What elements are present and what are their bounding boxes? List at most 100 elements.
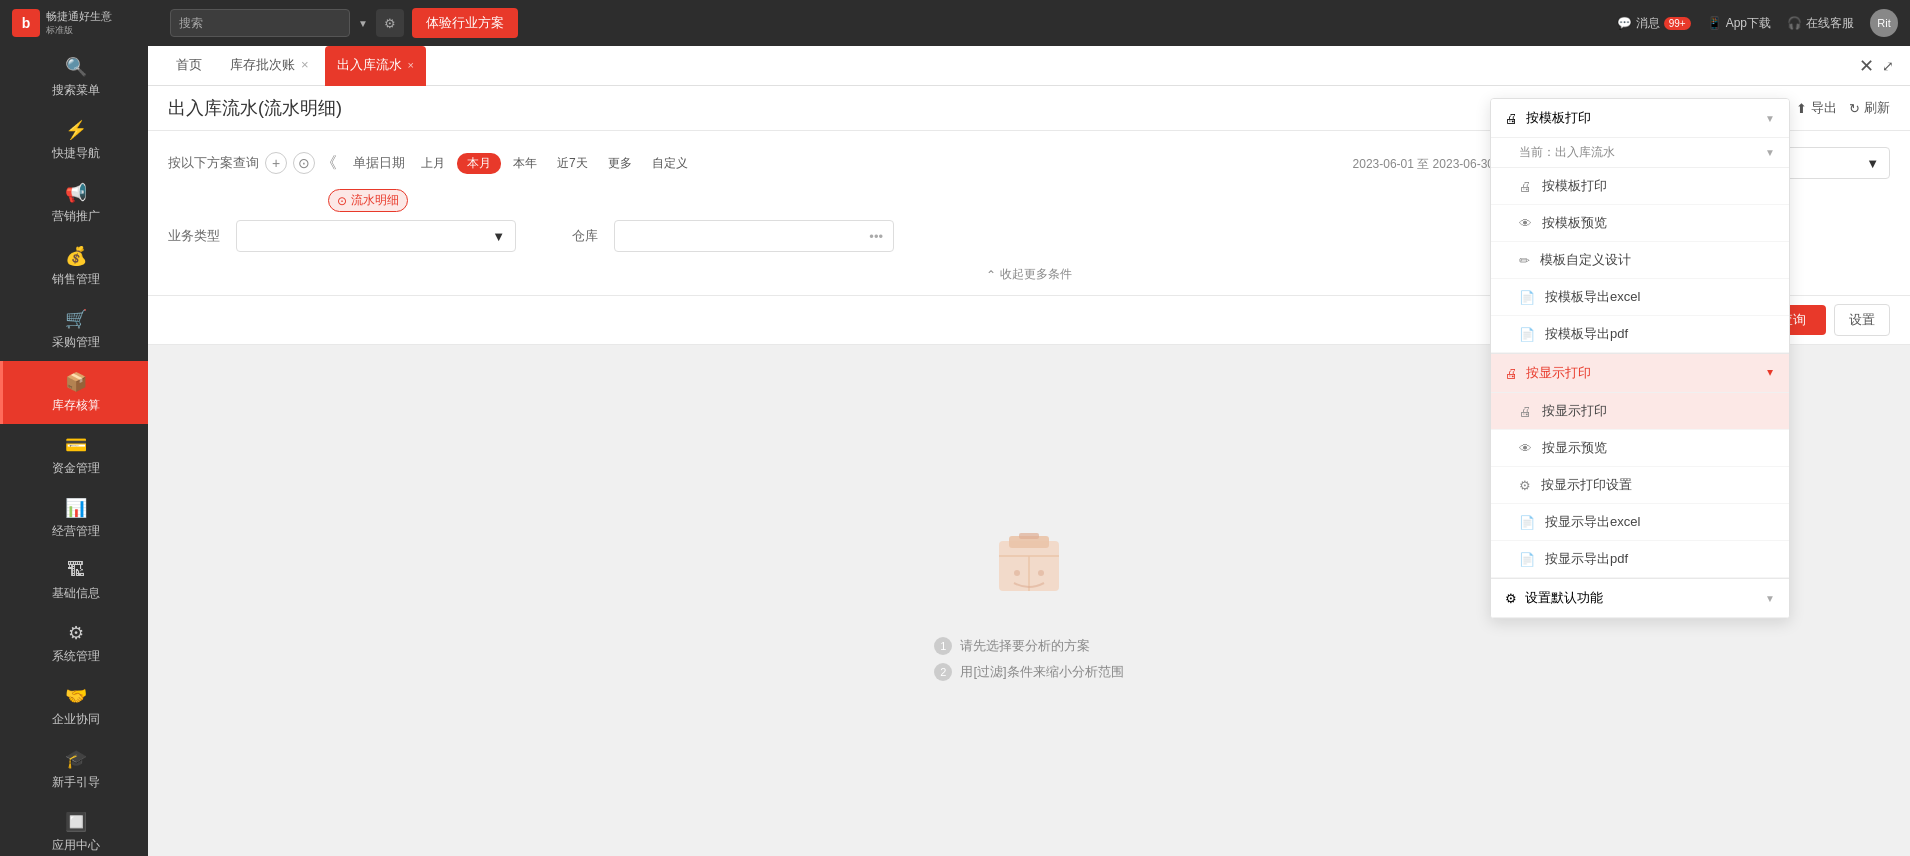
sidebar-item-apps[interactable]: 🔲 应用中心 (0, 801, 148, 856)
sidebar-label-operations: 经营管理 (52, 523, 100, 540)
display-print-section-icon: 🖨 (1505, 366, 1518, 381)
current-template-label: 当前：出入库流水 ▼ (1491, 138, 1789, 168)
sidebar-item-enterprise[interactable]: 🤝 企业协同 (0, 675, 148, 738)
date-tab-last-month[interactable]: 上月 (413, 153, 453, 174)
sidebar-item-guide[interactable]: 🎓 新手引导 (0, 738, 148, 801)
date-tab-7days[interactable]: 近7天 (549, 153, 596, 174)
display-pdf-item[interactable]: 📄 按显示导出pdf (1491, 541, 1789, 578)
app-badge: 标准版 (46, 24, 112, 37)
template-print-section-label: 按模板打印 (1526, 109, 1591, 127)
by-filter-label: 按以下方案查询 (168, 154, 259, 172)
display-print-arrow: ▲ (1765, 368, 1775, 379)
step-num-1: 1 (934, 637, 952, 655)
template-excel-item[interactable]: 📄 按模板导出excel (1491, 279, 1789, 316)
filter-settings-icon[interactable]: ⊙ (293, 152, 315, 174)
tab-flow[interactable]: 出入库流水 × (325, 46, 426, 86)
settings-outline-btn[interactable]: 设置 (1834, 304, 1890, 336)
biz-type-arrow: ▼ (492, 229, 505, 244)
date-tab-this-month[interactable]: 本月 (457, 153, 501, 174)
tab-batch[interactable]: 库存批次账 × (218, 46, 321, 86)
display-excel-label: 按显示导出excel (1545, 513, 1640, 531)
template-custom-item[interactable]: ✏ 模板自定义设计 (1491, 242, 1789, 279)
refresh-icon: ↻ (1849, 101, 1860, 116)
display-preview-label: 按显示预览 (1542, 439, 1607, 457)
svg-point-5 (1014, 570, 1020, 576)
sidebar-item-purchase[interactable]: 🛒 采购管理 (0, 298, 148, 361)
sidebar-item-base[interactable]: 🏗 基础信息 (0, 550, 148, 612)
sidebar-label-marketing: 营销推广 (52, 208, 100, 225)
refresh-btn[interactable]: ↻ 刷新 (1849, 99, 1890, 117)
date-tab-more[interactable]: 更多 (600, 153, 640, 174)
display-settings-item[interactable]: ⚙ 按显示打印设置 (1491, 467, 1789, 504)
headset-icon: 🎧 (1787, 16, 1802, 30)
display-excel-icon: 📄 (1519, 515, 1535, 530)
sidebar-item-system[interactable]: ⚙ 系统管理 (0, 612, 148, 675)
filter-collapse-icon[interactable]: 《 (321, 153, 337, 174)
sidebar-item-search[interactable]: 🔍 搜索菜单 (0, 46, 148, 109)
empty-step-1: 1 请先选择要分析的方案 (934, 637, 1123, 655)
gear-button[interactable]: ⚙ (376, 9, 404, 37)
display-print-section-header[interactable]: 🖨 按显示打印 ▲ (1491, 354, 1789, 393)
template-print-item[interactable]: 🖨 按模板打印 (1491, 168, 1789, 205)
online-support-label: 在线客服 (1806, 15, 1854, 32)
receipt-type-arrow: ▼ (1866, 156, 1879, 171)
default-func-section-header[interactable]: ⚙ 设置默认功能 ▼ (1491, 579, 1789, 618)
sidebar-item-finance[interactable]: 💳 资金管理 (0, 424, 148, 487)
display-excel-item[interactable]: 📄 按显示导出excel (1491, 504, 1789, 541)
export-label: 导出 (1811, 99, 1837, 117)
search-icon: 🔍 (65, 56, 87, 78)
template-print-section-header[interactable]: 🖨 按模板打印 ▼ (1491, 99, 1789, 138)
filter-active-tag[interactable]: ⊙ 流水明细 (328, 189, 408, 212)
sidebar-item-sales[interactable]: 💰 销售管理 (0, 235, 148, 298)
user-avatar-btn[interactable]: Rit (1870, 9, 1898, 37)
online-support-btn[interactable]: 🎧 在线客服 (1787, 15, 1854, 32)
search-dropdown-arrow[interactable]: ▼ (358, 18, 368, 29)
sidebar-item-marketing[interactable]: 📢 营销推广 (0, 172, 148, 235)
filter-add-btn[interactable]: + (265, 152, 287, 174)
sidebar-label-purchase: 采购管理 (52, 334, 100, 351)
sidebar-label-shortcut: 快捷导航 (52, 145, 100, 162)
tab-home[interactable]: 首页 (164, 46, 214, 86)
inventory-icon: 📦 (65, 371, 87, 393)
sales-icon: 💰 (65, 245, 87, 267)
tab-flow-close[interactable]: × (408, 59, 414, 71)
industry-btn[interactable]: 体验行业方案 (412, 8, 518, 38)
app-name: 畅捷通好生意 (46, 9, 112, 23)
export-btn[interactable]: ⬆ 导出 (1796, 99, 1837, 117)
tab-bar: 首页 库存批次账 × 出入库流水 × ✕ ⤢ (148, 46, 1910, 86)
template-print-item-icon: 🖨 (1519, 179, 1532, 194)
app-download-btn[interactable]: 📱 App下载 (1707, 15, 1771, 32)
close-page-btn[interactable]: ✕ (1859, 55, 1874, 77)
template-preview-label: 按模板预览 (1542, 214, 1607, 232)
display-pdf-label: 按显示导出pdf (1545, 550, 1628, 568)
sidebar-label-sales: 销售管理 (52, 271, 100, 288)
sidebar-item-operations[interactable]: 📊 经营管理 (0, 487, 148, 550)
template-pdf-item[interactable]: 📄 按模板导出pdf (1491, 316, 1789, 353)
message-label: 消息 (1636, 15, 1660, 32)
sidebar-item-shortcut[interactable]: ⚡ 快捷导航 (0, 109, 148, 172)
top-search-area: 搜索 ▼ ⚙ 体验行业方案 (170, 8, 1607, 38)
empty-steps: 1 请先选择要分析的方案 2 用[过滤]条件来缩小分析范围 (934, 637, 1123, 681)
display-print-item[interactable]: 🖨 按显示打印 (1491, 393, 1789, 430)
top-search-box[interactable]: 搜索 (170, 9, 350, 37)
search-placeholder-text: 搜索 (179, 15, 203, 32)
date-tab-custom[interactable]: 自定义 (644, 153, 696, 174)
message-btn[interactable]: 💬 消息 99+ (1617, 15, 1691, 32)
display-print-item-icon: 🖨 (1519, 404, 1532, 419)
guide-icon: 🎓 (65, 748, 87, 770)
tab-batch-close[interactable]: × (301, 57, 309, 72)
avatar: Rit (1870, 9, 1898, 37)
template-preview-item[interactable]: 👁 按模板预览 (1491, 205, 1789, 242)
collapse-more-btn[interactable]: ⌃ 收起更多条件 (986, 266, 1072, 283)
template-pdf-icon: 📄 (1519, 327, 1535, 342)
biz-type-select[interactable]: ▼ (236, 220, 516, 252)
expand-btn[interactable]: ⤢ (1882, 58, 1894, 74)
date-filter: 单据日期 上月 本月 本年 近7天 更多 自定义 (353, 153, 1329, 174)
sidebar-item-inventory[interactable]: 📦 库存核算 (0, 361, 148, 424)
warehouse-select[interactable]: ••• (614, 220, 894, 252)
date-tab-this-year[interactable]: 本年 (505, 153, 545, 174)
marketing-icon: 📢 (65, 182, 87, 204)
current-label-text: 当前：出入库流水 (1519, 144, 1615, 161)
display-preview-item[interactable]: 👁 按显示预览 (1491, 430, 1789, 467)
biz-type-label: 业务类型 (168, 227, 220, 245)
